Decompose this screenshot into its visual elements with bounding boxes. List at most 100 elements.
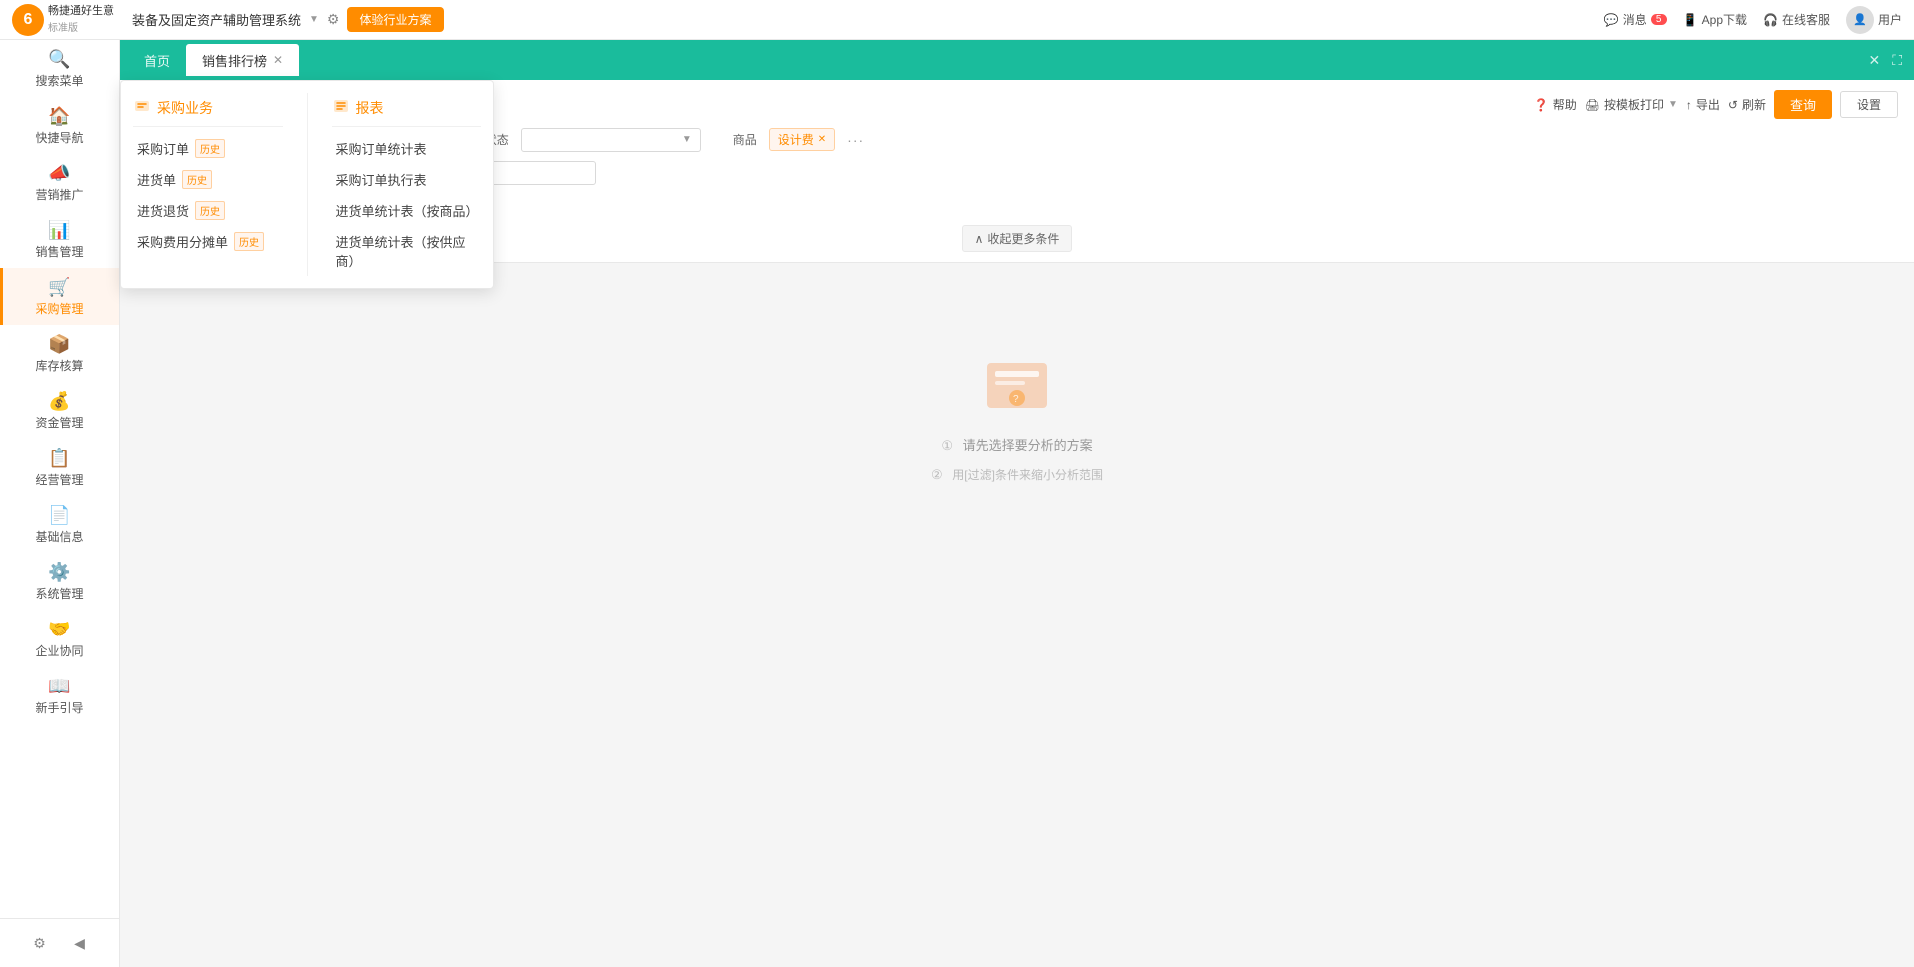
logo-line2: 标准版 [48,19,114,34]
online-service-action[interactable]: 🎧 在线客服 [1763,11,1830,28]
menu-item-purchase-fee[interactable]: 采购费用分摊单 历史 [133,226,283,257]
help-button[interactable]: ❓ 帮助 [1534,96,1577,113]
purchase-section-icon [133,97,151,118]
menu-section-report: 报表 采购订单统计表 采购订单执行表 进货单统计表（按商品） 进货单统计表（按供… [332,93,482,276]
sidebar-item-enterprise[interactable]: 🤝 企业协同 [0,610,119,667]
settings-icon[interactable]: ⚙ [327,11,340,28]
search-button[interactable]: 查询 [1774,90,1832,119]
fullscreen-icon[interactable]: ⛶ [1888,48,1906,73]
purchase-dropdown-menu: 采购业务 采购订单 历史 进货单 历史 进货退货 历史 采购费用分摊单 历史 [120,80,494,289]
goods-label: 商品 [733,131,757,148]
industry-button[interactable]: 体验行业方案 [347,7,443,32]
history-badge-3: 历史 [234,232,264,251]
settings-button[interactable]: 设置 [1840,91,1898,118]
message-action[interactable]: 💬 消息 5 [1604,11,1667,28]
tab-sales-rank[interactable]: 销售排行榜 ✕ [186,44,299,76]
menu-section-purchase: 采购业务 采购订单 历史 进货单 历史 进货退货 历史 采购费用分摊单 历史 [133,93,283,276]
system-title: 装备及固定资产辅助管理系统 [132,10,301,29]
sidebar-item-operations[interactable]: 📋 经营管理 [0,439,119,496]
user-action[interactable]: 👤 用户 [1846,6,1902,34]
report-section-icon [332,97,350,118]
sidebar-item-purchase[interactable]: 🛒 采购管理 [0,268,119,325]
empty-state: ? ① 请先选择要分析的方案 ② 用[过滤]条件来缩小分析范围 [120,263,1914,563]
sidebar-bottom: ⚙ ◀ [0,918,119,967]
toolbar-right: ❓ 帮助 🖨 按模板打印 ▼ ↑ 导出 ↺ 刷新 [1534,90,1898,119]
chart-icon: 📊 [48,221,70,239]
menu-item-purchase-order-exec[interactable]: 采购订单执行表 [332,164,482,195]
system-title-arrow[interactable]: ▼ [309,14,319,25]
goods-tag-close[interactable]: ✕ [818,134,826,145]
sidebar-item-sales[interactable]: 📊 销售管理 [0,211,119,268]
collapse-sidebar-btn[interactable]: ◀ [64,927,96,959]
menu-item-inbound-stat-goods[interactable]: 进货单统计表（按商品） [332,195,482,226]
empty-hint-1: ① 请先选择要分析的方案 [941,435,1092,454]
sidebar: 🔍 搜索菜单 🏠 快捷导航 📣 营销推广 📊 销售管理 🛒 采购管理 📦 库存核… [0,40,120,967]
collapse-button[interactable]: ∧ 收起更多条件 [962,225,1073,252]
tab-home[interactable]: 首页 [128,44,186,76]
active-bar [0,268,3,325]
sidebar-item-basic-info[interactable]: 📄 基础信息 [0,496,119,553]
phone-icon: 📱 [1683,13,1698,27]
message-icon: 💬 [1604,13,1619,27]
clipboard-icon: 📋 [48,449,70,467]
sidebar-item-inventory[interactable]: 📦 库存核算 [0,325,119,382]
tab-bar: 首页 销售排行榜 ✕ ✕ ⛶ [120,40,1914,80]
history-badge-2: 历史 [195,201,225,220]
print-icon: 🖨 [1585,98,1600,112]
cart-icon: 🛒 [48,278,70,296]
app-download-action[interactable]: 📱 App下载 [1683,11,1747,28]
history-badge-1: 历史 [182,170,212,189]
menu-item-inbound-stat-supplier[interactable]: 进货单统计表（按供应商） [332,226,482,276]
home-icon: 🏠 [48,107,70,125]
sidebar-item-quick-nav[interactable]: 🏠 快捷导航 [0,97,119,154]
print-button[interactable]: 🖨 按模板打印 ▼ [1585,96,1678,113]
tab-close-action[interactable]: ✕ [1864,48,1884,73]
menu-item-purchase-order[interactable]: 采购订单 历史 [133,133,283,164]
search-icon: 🔍 [48,50,70,68]
box-icon: 📦 [48,335,70,353]
sidebar-item-search[interactable]: 🔍 搜索菜单 [0,40,119,97]
handshake-icon: 🤝 [48,620,70,638]
sidebar-item-marketing[interactable]: 📣 营销推广 [0,154,119,211]
goods-more-btn[interactable]: ··· [847,132,864,148]
menu-item-inbound[interactable]: 进货单 历史 [133,164,283,195]
message-badge: 5 [1651,14,1667,25]
goods-tag: 设计费 ✕ [769,128,835,151]
export-icon: ↑ [1686,98,1692,112]
report-section-title: 报表 [332,93,482,127]
top-header: 6 畅捷通好生意 标准版 装备及固定资产辅助管理系统 ▼ ⚙ 体验行业方案 💬 … [0,0,1914,40]
empty-illustration: ? [967,343,1067,423]
tab-bar-right: ✕ ⛶ [1864,48,1906,73]
voucher-status-arrow: ▼ [682,134,692,145]
logo-line1: 畅捷通好生意 [48,5,114,18]
header-center: 装备及固定资产辅助管理系统 ▼ ⚙ 体验行业方案 [132,7,1604,32]
menu-divider [307,93,308,276]
history-badge-0: 历史 [195,139,225,158]
tab-close-icon[interactable]: ✕ [273,53,283,67]
logo-area: 6 畅捷通好生意 标准版 [12,4,132,36]
settings-bottom-btn[interactable]: ⚙ [24,927,56,959]
doc-icon: 📄 [48,506,70,524]
refresh-button[interactable]: ↺ 刷新 [1728,96,1766,113]
empty-hint-2: ② 用[过滤]条件来缩小分析范围 [931,466,1103,483]
headset-icon: 🎧 [1763,13,1778,27]
book-icon: 📖 [48,677,70,695]
avatar: 👤 [1846,6,1874,34]
sidebar-item-system[interactable]: ⚙️ 系统管理 [0,553,119,610]
sidebar-item-finance[interactable]: 💰 资金管理 [0,382,119,439]
sidebar-item-guide[interactable]: 📖 新手引导 [0,667,119,724]
menu-item-purchase-order-stat[interactable]: 采购订单统计表 [332,133,482,164]
print-arrow: ▼ [1668,99,1678,110]
menu-item-inbound-return[interactable]: 进货退货 历史 [133,195,283,226]
purchase-section-title: 采购业务 [133,93,283,127]
header-right: 💬 消息 5 📱 App下载 🎧 在线客服 👤 用户 [1604,6,1902,34]
logo-text-area: 畅捷通好生意 标准版 [48,5,114,33]
money-icon: 💰 [48,392,70,410]
logo-icon: 6 [12,4,44,36]
gear-icon: ⚙️ [48,563,70,581]
refresh-icon: ↺ [1728,98,1738,112]
help-icon: ❓ [1534,98,1549,112]
export-button[interactable]: ↑ 导出 [1686,96,1720,113]
voucher-status-select[interactable]: ▼ [521,128,701,152]
megaphone-icon: 📣 [48,164,70,182]
